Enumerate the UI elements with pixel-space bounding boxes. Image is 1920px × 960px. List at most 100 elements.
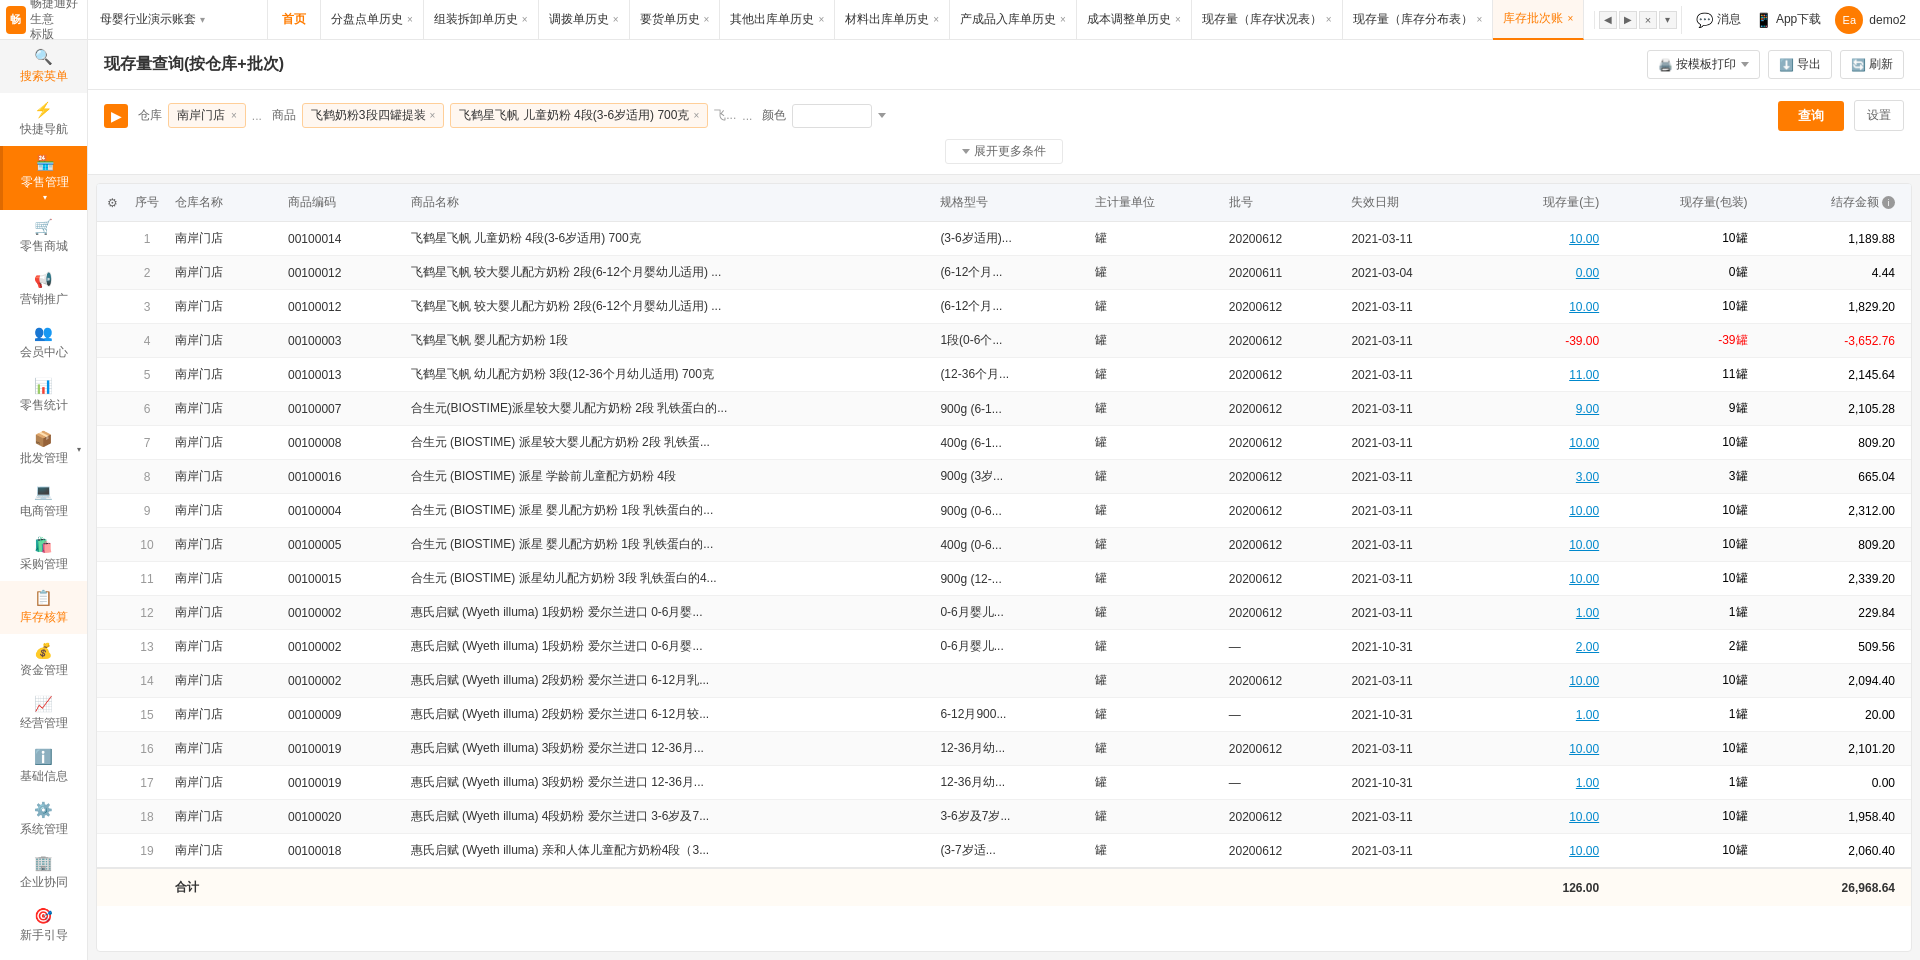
sidebar-item-marketing[interactable]: 📢 营销推广 (0, 263, 87, 316)
sidebar-item-system[interactable]: ⚙️ 系统管理 (0, 793, 87, 846)
product-tag2-remove-icon[interactable]: × (693, 110, 699, 121)
tab-kucunfenbu[interactable]: 现存量（库存分布表）× (1343, 0, 1494, 40)
cell-stock-main[interactable]: 10.00 (1480, 426, 1607, 460)
sidebar-item-operations[interactable]: 📈 经营管理 (0, 687, 87, 740)
product-more2[interactable]: ... (742, 109, 752, 123)
product-tag-2[interactable]: 飞鹤星飞帆 儿童奶粉 4段(3-6岁适用) 700克 × (450, 103, 708, 128)
th-settings[interactable]: ⚙ (97, 184, 127, 222)
sidebar-item-retail[interactable]: 🏪 零售管理 ▾ (0, 146, 87, 210)
total-cell-empty9 (1607, 868, 1755, 906)
cell-unit: 罐 (1087, 222, 1221, 256)
warehouse-more[interactable]: ... (252, 109, 262, 123)
cell-code: 00100005 (280, 528, 403, 562)
sidebar-item-member[interactable]: 👥 会员中心 (0, 316, 87, 369)
cell-stock-main[interactable]: 1.00 (1480, 698, 1607, 732)
cell-stock-main[interactable]: 10.00 (1480, 732, 1607, 766)
cell-spec: 900g (0-6... (932, 494, 1086, 528)
sidebar-item-mall[interactable]: 🛒 零售商城 (0, 210, 87, 263)
product-tag-1[interactable]: 飞鹤奶粉3段四罐提装 × (302, 103, 445, 128)
cell-stock-main[interactable]: 10.00 (1480, 562, 1607, 596)
sidebar-item-search[interactable]: 🔍 搜索英单 (0, 40, 87, 93)
product-tag1-remove-icon[interactable]: × (430, 110, 436, 121)
cell-spec: (3-7岁适... (932, 834, 1086, 869)
cell-stock-main[interactable]: 10.00 (1480, 834, 1607, 869)
sidebar-item-basics[interactable]: ℹ️ 基础信息 (0, 740, 87, 793)
cell-expiry: 2021-03-11 (1343, 324, 1480, 358)
sidebar-item-appcenter[interactable]: 📱 应用中心 (0, 952, 87, 960)
sidebar-item-ecommerce[interactable]: 💻 电商管理 (0, 475, 87, 528)
table-row: 10 南岸门店 00100005 合生元 (BIOSTIME) 派星 婴儿配方奶… (97, 528, 1911, 562)
tab-zuzhangchaijou[interactable]: 组装拆卸单历史 × (424, 0, 539, 40)
sidebar-item-stats[interactable]: 📊 零售统计 (0, 369, 87, 422)
settings-btn[interactable]: 设置 (1854, 100, 1904, 131)
cell-stock-main[interactable]: 11.00 (1480, 358, 1607, 392)
cell-stock-main[interactable]: 3.00 (1480, 460, 1607, 494)
sidebar-item-guide[interactable]: 🎯 新手引导 (0, 899, 87, 952)
cell-stock-main[interactable]: 10.00 (1480, 664, 1607, 698)
cell-stock-main[interactable]: 10.00 (1480, 800, 1607, 834)
cell-stock-main[interactable]: 10.00 (1480, 494, 1607, 528)
sidebar-item-finance[interactable]: 💰 资金管理 (0, 634, 87, 687)
cell-name: 合生元 (BIOSTIME) 派星 学龄前儿童配方奶粉 4段 (403, 460, 933, 494)
color-input[interactable] (792, 104, 872, 128)
query-btn[interactable]: 查询 (1778, 101, 1844, 131)
message-btn[interactable]: 💬 消息 (1696, 11, 1741, 28)
export-btn[interactable]: ⬇️ 导出 (1768, 50, 1832, 79)
nav-prev-btn[interactable]: ◀ (1599, 11, 1617, 29)
sidebar-item-wholesale[interactable]: 📦 批发管理 ▾ (0, 422, 87, 475)
cell-name: 合生元 (BIOSTIME) 派星 婴儿配方奶粉 1段 乳铁蛋白的... (403, 494, 933, 528)
sidebar-item-purchase[interactable]: 🛍️ 采购管理 (0, 528, 87, 581)
tab-chengbendiaozheng[interactable]: 成本调整单历史 × (1077, 0, 1192, 40)
cell-stock-main[interactable]: 2.00 (1480, 630, 1607, 664)
logo-icon: 畅 (6, 6, 26, 34)
tab-qitachuku[interactable]: 其他出库单历史 × (720, 0, 835, 40)
product-more-label[interactable]: 飞... (714, 107, 736, 124)
cell-stock-main[interactable]: 1.00 (1480, 766, 1607, 800)
cell-stock-main[interactable]: 10.00 (1480, 222, 1607, 256)
sidebar-item-enterprise[interactable]: 🏢 企业协同 (0, 846, 87, 899)
tab-cailiaochuku[interactable]: 材料出库单历史 × (835, 0, 950, 40)
expand-conditions-btn[interactable]: 展开更多条件 (945, 139, 1063, 164)
cell-num: 9 (127, 494, 167, 528)
th-num: 序号 (127, 184, 167, 222)
tab-yaohuo[interactable]: 要货单历史 × (630, 0, 721, 40)
table-row: 3 南岸门店 00100012 飞鹤星飞帆 较大婴儿配方奶粉 2段(6-12个月… (97, 290, 1911, 324)
cell-batch: — (1221, 630, 1344, 664)
sidebar-item-inventory[interactable]: 📋 库存核算 (0, 581, 87, 634)
print-template-btn[interactable]: 🖨️ 按模板打印 (1647, 50, 1760, 79)
warehouse-tag-remove-icon[interactable]: × (231, 110, 237, 121)
table-row: 1 南岸门店 00100014 飞鹤星飞帆 儿童奶粉 4段(3-6岁适用) 70… (97, 222, 1911, 256)
cell-stock-main[interactable]: 10.00 (1480, 290, 1607, 324)
app-download-btn[interactable]: 📱 App下载 (1755, 11, 1821, 28)
table-row: 6 南岸门店 00100007 合生元(BIOSTIME)派星较大婴儿配方奶粉 … (97, 392, 1911, 426)
tab-home[interactable]: 首页 (268, 0, 321, 40)
search-icon: 🔍 (34, 48, 53, 66)
cell-num: 3 (127, 290, 167, 324)
cell-settings (97, 698, 127, 732)
cell-expiry: 2021-03-11 (1343, 290, 1480, 324)
balance-info-icon[interactable]: i (1882, 196, 1895, 209)
sidebar-item-quicknav[interactable]: ⚡ 快捷导航 (0, 93, 87, 146)
cell-stock-main[interactable]: 0.00 (1480, 256, 1607, 290)
tab-fenpandian[interactable]: 分盘点单历史 × (321, 0, 424, 40)
tab-kucunpici[interactable]: 库存批次账 × (1493, 0, 1584, 40)
cell-stock-main[interactable]: 10.00 (1480, 528, 1607, 562)
tab-chanchengpinruku[interactable]: 产成品入库单历史 × (950, 0, 1077, 40)
nav-next-btn[interactable]: ▶ (1619, 11, 1637, 29)
tab-menu-btn[interactable]: ▾ (1659, 11, 1677, 29)
industry-selector[interactable]: 母婴行业演示账套 ▾ (88, 0, 268, 40)
refresh-btn[interactable]: 🔄 刷新 (1840, 50, 1904, 79)
cell-stock-main[interactable]: 1.00 (1480, 596, 1607, 630)
cell-stock-pkg: 1罐 (1607, 766, 1755, 800)
tab-diaobodna[interactable]: 调拨单历史 × (539, 0, 630, 40)
cell-unit: 罐 (1087, 630, 1221, 664)
warehouse-tag-1[interactable]: 南岸门店 × (168, 103, 246, 128)
cell-spec: 900g (6-1... (932, 392, 1086, 426)
filter-expand-btn[interactable]: ▶ (104, 104, 128, 128)
tab-kucunzhuangkuang[interactable]: 现存量（库存状况表）× (1192, 0, 1343, 40)
tab-close-all-btn[interactable]: × (1639, 11, 1657, 29)
user-avatar-btn[interactable]: Ea demo2 (1835, 6, 1906, 34)
cell-stock-pkg: 10罐 (1607, 664, 1755, 698)
table-row: 14 南岸门店 00100002 惠氏启赋 (Wyeth illuma) 2段奶… (97, 664, 1911, 698)
cell-stock-main[interactable]: 9.00 (1480, 392, 1607, 426)
